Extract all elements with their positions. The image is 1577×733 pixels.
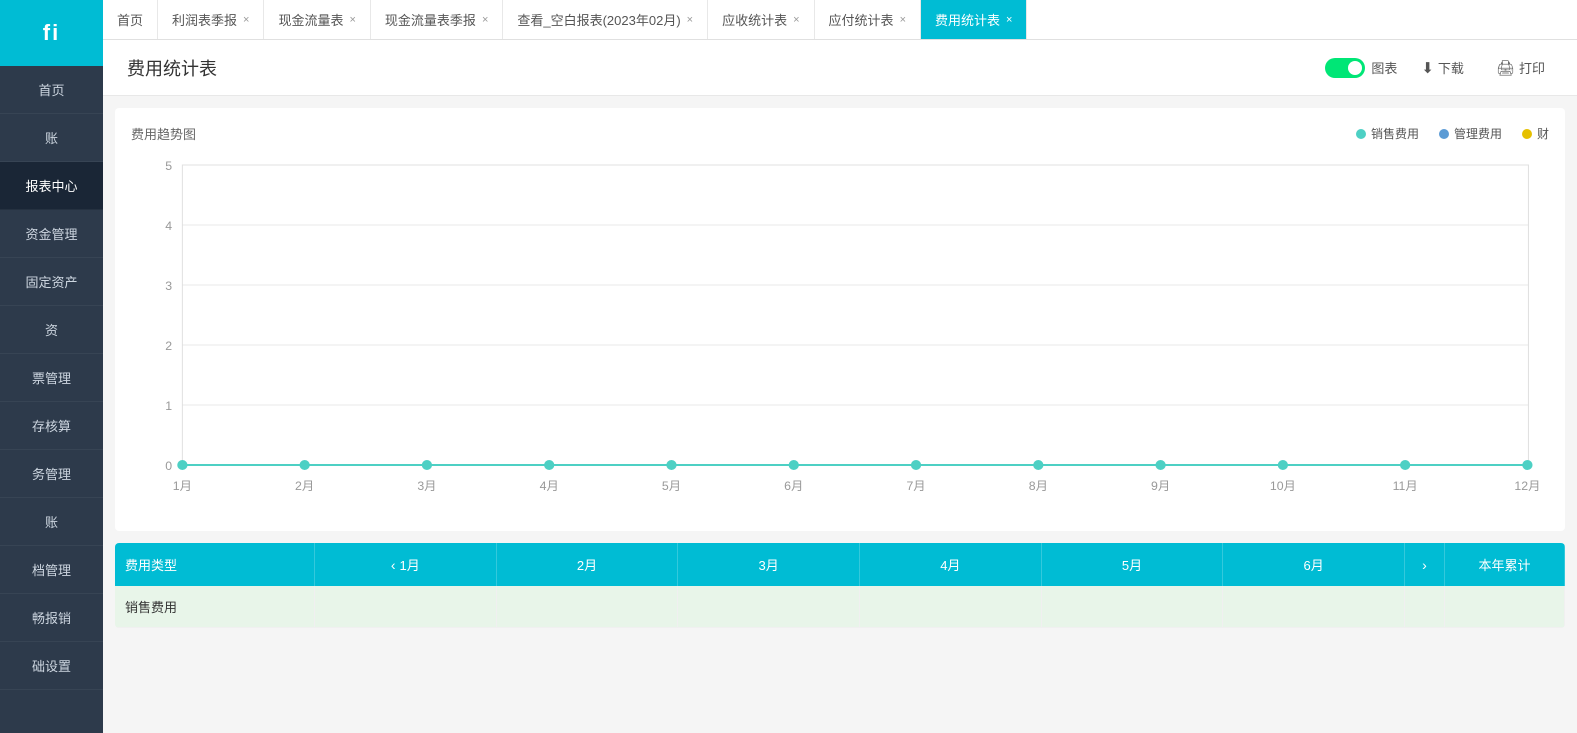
svg-text:7月: 7月 bbox=[906, 479, 925, 493]
tab-profit-quarterly[interactable]: 利润表季报 × bbox=[158, 0, 264, 40]
svg-text:2: 2 bbox=[165, 339, 172, 353]
row-cell-5 bbox=[1042, 586, 1224, 627]
tab-close-cashflow-quarterly[interactable]: × bbox=[482, 14, 488, 26]
legend-admin: 管理费用 bbox=[1439, 125, 1502, 142]
chart-area: 0 1 2 3 4 5 bbox=[131, 155, 1549, 515]
svg-text:2月: 2月 bbox=[295, 479, 314, 493]
sidebar-item-assets[interactable]: 固定资产 bbox=[0, 258, 103, 306]
table-row: 销售费用 bbox=[115, 586, 1565, 628]
svg-text:10月: 10月 bbox=[1270, 479, 1296, 493]
col-month-5: 5月 bbox=[1042, 543, 1224, 586]
svg-text:5月: 5月 bbox=[662, 479, 681, 493]
tab-close-receivable[interactable]: × bbox=[793, 14, 799, 26]
svg-text:5: 5 bbox=[165, 159, 172, 173]
chart-svg: 0 1 2 3 4 5 bbox=[131, 155, 1549, 515]
col-month-6: 6月 bbox=[1223, 543, 1405, 586]
tab-close-blank-report[interactable]: × bbox=[687, 14, 693, 26]
svg-text:6月: 6月 bbox=[784, 479, 803, 493]
svg-text:1: 1 bbox=[165, 399, 172, 413]
sidebar-item-account[interactable]: 账 bbox=[0, 114, 103, 162]
col-month-4: 4月 bbox=[860, 543, 1042, 586]
row-cell-1 bbox=[315, 586, 497, 627]
svg-text:12月: 12月 bbox=[1514, 479, 1540, 493]
sidebar-item-funds[interactable]: 资金管理 bbox=[0, 210, 103, 258]
prev-month-arrow[interactable]: ‹ bbox=[391, 557, 396, 573]
tab-blank-report[interactable]: 查看_空白报表(2023年02月) × bbox=[503, 0, 708, 40]
sidebar-item-inventory[interactable]: 存核算 bbox=[0, 402, 103, 450]
chart-header: 费用趋势图 销售费用 管理费用 财 bbox=[131, 124, 1549, 143]
chart-toggle[interactable] bbox=[1325, 58, 1365, 78]
row-cell-6 bbox=[1223, 586, 1405, 627]
row-cell-4 bbox=[860, 586, 1042, 627]
svg-text:3: 3 bbox=[165, 279, 172, 293]
main-area: 首页 利润表季报 × 现金流量表 × 现金流量表季报 × 查看_空白报表(202… bbox=[103, 0, 1577, 733]
sidebar-item-service[interactable]: 务管理 bbox=[0, 450, 103, 498]
row-type-label: 销售费用 bbox=[115, 586, 315, 627]
chart-legend: 销售费用 管理费用 财 bbox=[1356, 125, 1549, 142]
legend-dot-sales bbox=[1356, 129, 1366, 139]
sidebar-item-ledger[interactable]: 账 bbox=[0, 498, 103, 546]
col-next-arrow[interactable]: › bbox=[1405, 543, 1445, 586]
page-content: 费用统计表 图表 ⬇ 下载 🖨 打印 费用趋势图 bbox=[103, 40, 1577, 733]
table-header-row: 费用类型 ‹ 1月 2月 3月 4月 5月 bbox=[115, 543, 1565, 586]
svg-text:11月: 11月 bbox=[1393, 479, 1418, 493]
download-icon: ⬇ bbox=[1421, 59, 1434, 77]
chart-title: 费用趋势图 bbox=[131, 124, 196, 143]
sidebar-item-archive[interactable]: 档管理 bbox=[0, 546, 103, 594]
row-cell-2 bbox=[497, 586, 679, 627]
tab-receivable[interactable]: 应收统计表 × bbox=[708, 0, 814, 40]
tab-close-expense-stats[interactable]: × bbox=[1006, 14, 1012, 26]
print-button[interactable]: 🖨 打印 bbox=[1488, 54, 1553, 81]
col-month-2: 2月 bbox=[497, 543, 679, 586]
sidebar-item-home[interactable]: 首页 bbox=[0, 66, 103, 114]
col-ytd: 本年累计 bbox=[1445, 543, 1565, 586]
chart-section: 费用趋势图 销售费用 管理费用 财 bbox=[115, 108, 1565, 531]
chart-toggle-label: 图表 bbox=[1371, 58, 1397, 77]
sidebar: fi 首页 账 报表中心 资金管理 固定资产 资 票管理 存核算 务管理 账 档… bbox=[0, 0, 103, 733]
app-logo: fi bbox=[0, 0, 103, 66]
tab-close-cashflow[interactable]: × bbox=[349, 14, 355, 26]
svg-text:9月: 9月 bbox=[1151, 479, 1170, 493]
tab-close-payable[interactable]: × bbox=[900, 14, 906, 26]
tab-cashflow[interactable]: 现金流量表 × bbox=[264, 0, 370, 40]
sidebar-item-tickets[interactable]: 票管理 bbox=[0, 354, 103, 402]
row-cell-3 bbox=[678, 586, 860, 627]
tab-payable[interactable]: 应付统计表 × bbox=[815, 0, 921, 40]
svg-text:4: 4 bbox=[165, 219, 172, 233]
col-month-3: 3月 bbox=[678, 543, 860, 586]
download-button[interactable]: ⬇ 下载 bbox=[1413, 54, 1472, 81]
header-actions: 图表 ⬇ 下载 🖨 打印 bbox=[1325, 54, 1553, 81]
col-type: 费用类型 bbox=[115, 543, 315, 586]
legend-finance: 财 bbox=[1522, 125, 1549, 142]
legend-dot-admin bbox=[1439, 129, 1449, 139]
tab-bar: 首页 利润表季报 × 现金流量表 × 现金流量表季报 × 查看_空白报表(202… bbox=[103, 0, 1577, 40]
print-icon: 🖨 bbox=[1496, 59, 1515, 77]
sidebar-item-settings[interactable]: 础设置 bbox=[0, 642, 103, 690]
legend-sales: 销售费用 bbox=[1356, 125, 1419, 142]
next-month-arrow[interactable]: › bbox=[1422, 557, 1427, 573]
svg-text:3月: 3月 bbox=[417, 479, 436, 493]
page-header: 费用统计表 图表 ⬇ 下载 🖨 打印 bbox=[103, 40, 1577, 96]
page-title: 费用统计表 bbox=[127, 55, 217, 81]
expense-table: 费用类型 ‹ 1月 2月 3月 4月 5月 bbox=[115, 543, 1565, 628]
legend-dot-finance bbox=[1522, 129, 1532, 139]
tab-cashflow-quarterly[interactable]: 现金流量表季报 × bbox=[371, 0, 503, 40]
sidebar-item-resources[interactable]: 资 bbox=[0, 306, 103, 354]
row-ytd bbox=[1445, 586, 1565, 627]
svg-text:1月: 1月 bbox=[173, 479, 192, 493]
tab-expense-stats[interactable]: 费用统计表 × bbox=[921, 0, 1027, 40]
tab-home[interactable]: 首页 bbox=[103, 0, 158, 40]
tab-close-profit-quarterly[interactable]: × bbox=[243, 14, 249, 26]
col-prev-arrow[interactable]: ‹ 1月 bbox=[315, 543, 497, 586]
row-cell-arrow bbox=[1405, 586, 1445, 627]
svg-text:0: 0 bbox=[165, 459, 172, 473]
table-body: 销售费用 bbox=[115, 586, 1565, 628]
sidebar-item-reports[interactable]: 报表中心 bbox=[0, 162, 103, 210]
chart-toggle-wrap: 图表 bbox=[1325, 58, 1397, 78]
svg-text:8月: 8月 bbox=[1029, 479, 1048, 493]
svg-text:4月: 4月 bbox=[540, 479, 559, 493]
sidebar-item-expense[interactable]: 畅报销 bbox=[0, 594, 103, 642]
